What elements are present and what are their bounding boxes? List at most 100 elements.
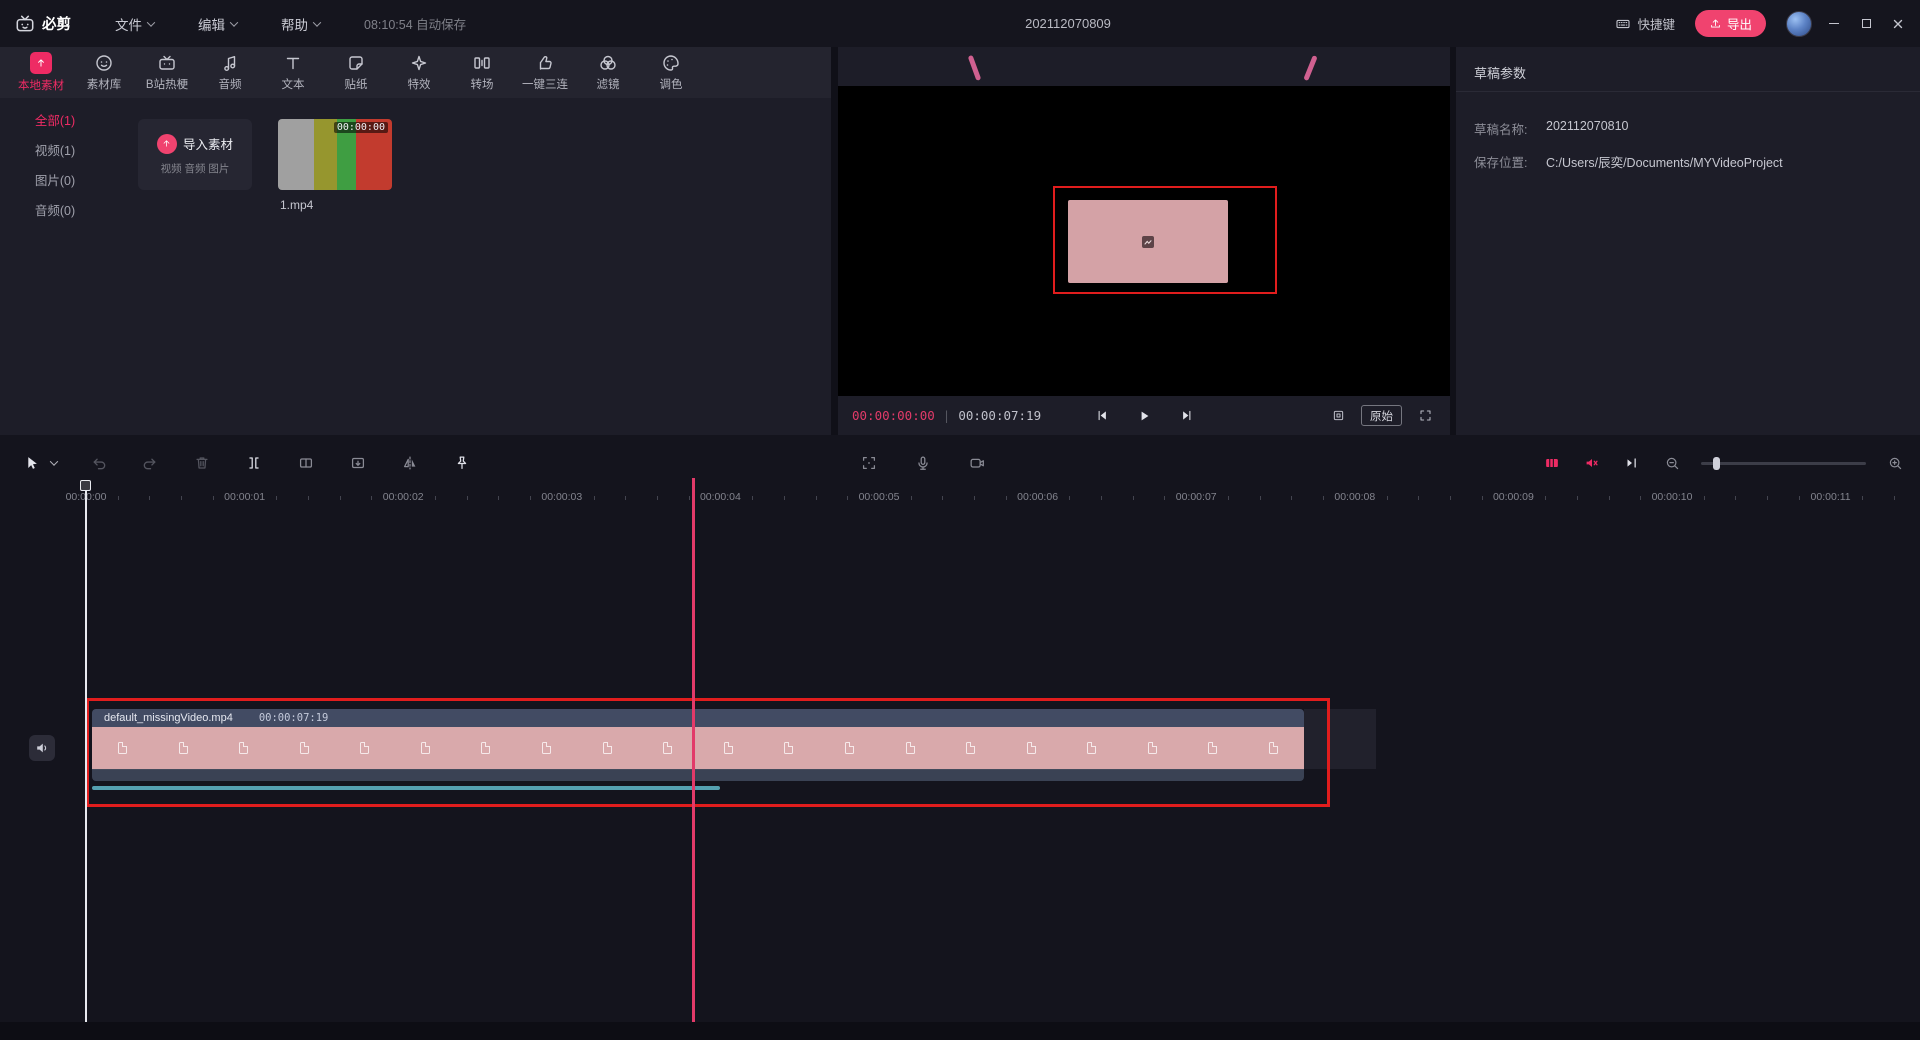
media-tab-bilibili-memes[interactable]: B站热梗 [140, 53, 194, 92]
shortcuts-button[interactable]: 快捷键 [1615, 14, 1675, 33]
play-icon [1136, 408, 1152, 424]
split-button[interactable] [243, 452, 265, 474]
pip-button[interactable] [347, 452, 369, 474]
media-tab-filters[interactable]: 滤镜 [581, 53, 635, 92]
category-all[interactable]: 全部(1) [0, 106, 110, 136]
fullscreen-button[interactable] [1414, 405, 1436, 427]
zoom-slider[interactable] [1701, 454, 1866, 472]
select-tool-button[interactable] [22, 454, 57, 472]
minimize-icon [1829, 23, 1839, 25]
preview-stage[interactable] [838, 86, 1450, 396]
playhead[interactable] [85, 490, 87, 1022]
media-tab-triple-action[interactable]: 一键三连 [518, 53, 572, 92]
delete-button[interactable] [191, 452, 213, 474]
undo-button[interactable] [87, 452, 109, 474]
ruler-tick [435, 496, 436, 500]
pin-button[interactable] [451, 452, 473, 474]
record-audio-button[interactable] [912, 452, 934, 474]
media-item-thumbnail[interactable]: 00:00:00 [278, 119, 392, 190]
zoom-out-button[interactable] [1661, 452, 1683, 474]
snap-toggle-button[interactable] [1621, 452, 1643, 474]
menu-file[interactable]: 文件 [115, 14, 154, 34]
media-tab-color[interactable]: 调色 [644, 53, 698, 92]
transition-icon [472, 53, 492, 73]
audio-toggle-button[interactable] [1581, 452, 1603, 474]
fullscreen-icon [1418, 408, 1433, 423]
undo-icon [89, 454, 108, 473]
play-button[interactable] [1133, 405, 1155, 427]
ruler-tick [1069, 496, 1070, 500]
ruler-tick [657, 496, 658, 500]
media-tab-sticker[interactable]: 贴纸 [329, 53, 383, 92]
ruler-tick [1482, 496, 1483, 500]
ruler-tick [118, 496, 119, 500]
current-time: 00:00:00:00 [852, 408, 935, 423]
clip-annotation-rect [86, 698, 1330, 807]
freeze-frame-icon [297, 454, 315, 472]
ruler-label: 00:00:08 [1334, 491, 1375, 503]
user-avatar[interactable] [1786, 11, 1812, 37]
media-tab-transitions[interactable]: 转场 [455, 53, 509, 92]
ruler-tick [625, 496, 626, 500]
ruler-tick [1704, 496, 1705, 500]
mirror-button[interactable] [399, 452, 421, 474]
timeline-scrollbar[interactable] [0, 1022, 1920, 1040]
fit-icon [860, 454, 878, 472]
import-media-button[interactable]: 导入素材 视频 音频 图片 [138, 119, 252, 190]
ruler-label: 00:00:10 [1652, 491, 1693, 503]
media-tab-library[interactable]: 素材库 [77, 53, 131, 92]
cursor-icon [22, 454, 40, 472]
export-button[interactable]: 导出 [1695, 10, 1766, 37]
media-category-list: 全部(1) 视频(1) 图片(0) 音频(0) [0, 98, 110, 435]
redo-button[interactable] [139, 452, 161, 474]
category-video[interactable]: 视频(1) [0, 136, 110, 166]
text-icon [283, 53, 303, 73]
ruler-tick [1164, 496, 1165, 500]
ruler-tick [1387, 496, 1388, 500]
media-tab-text[interactable]: 文本 [266, 53, 320, 92]
next-frame-button[interactable] [1175, 405, 1197, 427]
zoom-in-button[interactable] [1884, 452, 1906, 474]
zoom-in-icon [1887, 455, 1904, 472]
record-video-button[interactable] [966, 452, 988, 474]
close-button[interactable] [1888, 14, 1908, 34]
face-icon [94, 53, 114, 73]
menu-edit-label: 编辑 [198, 14, 225, 34]
media-tab-audio[interactable]: 音频 [203, 53, 257, 92]
media-tab-local[interactable]: 本地素材 [14, 52, 68, 93]
ruler-tick [308, 496, 309, 500]
snap-icon [1623, 454, 1641, 472]
menu-help[interactable]: 帮助 [281, 14, 320, 34]
ruler-tick [594, 496, 595, 500]
timeline-ruler[interactable]: 00:00:0000:00:0100:00:0200:00:0300:00:04… [0, 487, 1920, 511]
save-location-value: C:/Users/辰奕/Documents/MYVideoProject [1546, 152, 1783, 171]
menu-edit[interactable]: 编辑 [198, 14, 237, 34]
project-title: 202112070809 [1025, 0, 1111, 47]
import-title: 导入素材 [183, 134, 233, 153]
app-logo-icon [14, 13, 36, 35]
original-size-button[interactable]: 原始 [1361, 405, 1402, 426]
app-name: 必剪 [42, 13, 71, 34]
minimize-button[interactable] [1824, 14, 1844, 34]
track-mute-button[interactable] [29, 735, 55, 761]
thumbnail-toggle-button[interactable] [1541, 452, 1563, 474]
ruler-label: 00:00:09 [1493, 491, 1534, 503]
media-tab-effects[interactable]: 特效 [392, 53, 446, 92]
ruler-label: 00:00:01 [224, 491, 265, 503]
category-image[interactable]: 图片(0) [0, 166, 110, 196]
previous-frame-button[interactable] [1091, 405, 1113, 427]
fit-timeline-button[interactable] [858, 452, 880, 474]
zoom-slider-handle[interactable] [1713, 457, 1720, 470]
fit-frame-button[interactable] [1327, 405, 1349, 427]
category-audio[interactable]: 音频(0) [0, 196, 110, 226]
ruler-label: 00:00:11 [1811, 491, 1851, 503]
freeze-frame-button[interactable] [295, 452, 317, 474]
microphone-icon [914, 454, 932, 472]
total-time: 00:00:07:19 [958, 408, 1041, 423]
preview-annotation-rect [1053, 186, 1277, 294]
maximize-button[interactable] [1856, 14, 1876, 34]
ruler-tick [1545, 496, 1546, 500]
sticker-icon [346, 53, 366, 73]
ruler-tick [1006, 496, 1007, 500]
filter-icon [598, 53, 618, 73]
